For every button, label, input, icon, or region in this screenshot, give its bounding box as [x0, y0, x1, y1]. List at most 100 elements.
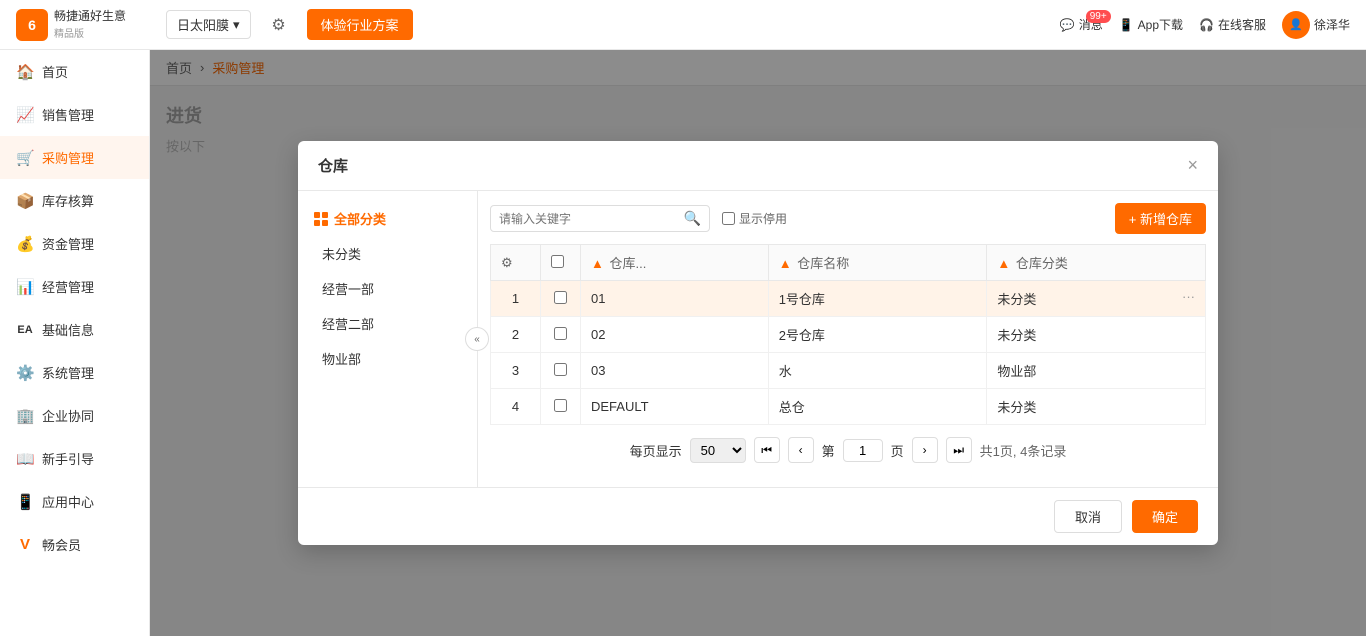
search-box: 🔍	[490, 205, 710, 232]
sidebar-item-purchase[interactable]: 🛒 采购管理	[0, 136, 149, 179]
message-badge: 99+	[1086, 10, 1111, 23]
user-item[interactable]: 👤 徐泽华	[1282, 11, 1350, 39]
cancel-button[interactable]: 取消	[1054, 500, 1122, 533]
sidebar-item-label: 系统管理	[42, 363, 94, 382]
sidebar-item-system[interactable]: ⚙️ 系统管理	[0, 351, 149, 394]
last-page-button[interactable]: ⏭	[946, 437, 972, 463]
logo-sub: 精品版	[54, 25, 126, 40]
next-page-button[interactable]: ›	[912, 437, 938, 463]
col-cat-header: ▲ 仓库分类	[987, 245, 1206, 281]
category-sidebar: 全部分类 未分类 经营一部 经营二部 物业部	[298, 191, 478, 487]
sidebar-item-label: 应用中心	[42, 492, 94, 511]
row-checkbox[interactable]	[541, 281, 581, 317]
operation-icon: 📊	[16, 278, 34, 296]
category-item-2[interactable]: 经营二部	[298, 306, 477, 341]
app-layout: 🏠 首页 📈 销售管理 🛒 采购管理 📦 库存核算 💰 资金管理 📊 经营管理 …	[0, 50, 1366, 636]
modal-header: 仓库 ×	[298, 141, 1218, 191]
purchase-icon: 🛒	[16, 149, 34, 167]
grid-icon	[314, 212, 328, 226]
row-checkbox[interactable]	[541, 389, 581, 425]
sidebar-item-guide[interactable]: 📖 新手引导	[0, 437, 149, 480]
col-check-header	[541, 245, 581, 281]
sidebar-item-home[interactable]: 🏠 首页	[0, 50, 149, 93]
sidebar-item-finance[interactable]: 💰 资金管理	[0, 222, 149, 265]
show-disabled-label[interactable]: 显示停用	[722, 210, 787, 227]
inventory-icon: 📦	[16, 192, 34, 210]
table-row[interactable]: 3 03 水 物业部	[491, 353, 1206, 389]
confirm-button[interactable]: 确定	[1132, 500, 1198, 533]
sales-icon: 📈	[16, 106, 34, 124]
service-item[interactable]: 🎧 在线客服	[1199, 16, 1266, 33]
col-setting-header: ⚙	[491, 245, 541, 281]
show-disabled-checkbox[interactable]	[722, 212, 735, 225]
trial-button[interactable]: 体验行业方案	[307, 9, 413, 40]
app-download-item[interactable]: 📱 App下载	[1119, 16, 1183, 33]
per-page-select[interactable]: 50 10 20 100	[690, 438, 746, 463]
modal-footer: 取消 确定	[298, 487, 1218, 545]
sidebar-item-basic[interactable]: EA 基础信息	[0, 308, 149, 351]
all-categories-item[interactable]: 全部分类	[298, 201, 477, 236]
phone-icon: 📱	[1119, 18, 1134, 32]
sort-icon: ▲	[591, 256, 604, 271]
row-code: 01	[581, 281, 769, 317]
page-unit: 页	[891, 441, 904, 460]
add-warehouse-button[interactable]: + 新增仓库	[1115, 203, 1206, 234]
settings-icon[interactable]: ⚙	[263, 9, 295, 41]
pagination-bar: 每页显示 50 10 20 100 ⏮ ‹ 第 页	[490, 425, 1206, 475]
message-item[interactable]: 💬 消息 99+	[1060, 16, 1103, 33]
sidebar-item-inventory[interactable]: 📦 库存核算	[0, 179, 149, 222]
row-checkbox[interactable]	[541, 353, 581, 389]
total-info: 共1页, 4条记录	[980, 441, 1067, 460]
enterprise-icon: 🏢	[16, 407, 34, 425]
prev-page-button[interactable]: ‹	[788, 437, 814, 463]
modal-close-button[interactable]: ×	[1187, 155, 1198, 176]
row-name: 水	[768, 353, 987, 389]
row-setting: 3	[491, 353, 541, 389]
modal-body: 全部分类 未分类 经营一部 经营二部 物业部	[298, 191, 1218, 487]
sidebar-item-label: 库存核算	[42, 191, 94, 210]
sidebar: 🏠 首页 📈 销售管理 🛒 采购管理 📦 库存核算 💰 资金管理 📊 经营管理 …	[0, 50, 150, 636]
message-icon: 💬	[1060, 18, 1075, 32]
row-setting: 1	[491, 281, 541, 317]
sort-icon-2: ▲	[779, 256, 792, 271]
store-selector[interactable]: 日太阳膜 ▾	[166, 10, 251, 39]
modal-overlay: 仓库 × 全部分类 未分类	[150, 50, 1366, 636]
category-item-1[interactable]: 经营一部	[298, 271, 477, 306]
search-input[interactable]	[499, 212, 684, 226]
collapse-button[interactable]: «	[465, 327, 489, 351]
sidebar-item-label: 首页	[42, 62, 68, 81]
row-name: 2号仓库	[768, 317, 987, 353]
warehouse-modal: 仓库 × 全部分类 未分类	[298, 141, 1218, 545]
modal-title: 仓库	[318, 155, 348, 176]
sidebar-item-sales[interactable]: 📈 销售管理	[0, 93, 149, 136]
header-right: 💬 消息 99+ 📱 App下载 🎧 在线客服 👤 徐泽华	[1060, 11, 1350, 39]
category-item-3[interactable]: 物业部	[298, 341, 477, 376]
guide-icon: 📖	[16, 450, 34, 468]
sidebar-item-enterprise[interactable]: 🏢 企业协同	[0, 394, 149, 437]
username-label: 徐泽华	[1314, 16, 1350, 33]
sidebar-item-operation[interactable]: 📊 经营管理	[0, 265, 149, 308]
sidebar-item-vip[interactable]: V 畅会员	[0, 523, 149, 566]
row-code: DEFAULT	[581, 389, 769, 425]
row-name: 总仓	[768, 389, 987, 425]
sort-icon-3: ▲	[997, 256, 1010, 271]
system-icon: ⚙️	[16, 364, 34, 382]
vip-icon: V	[16, 536, 34, 553]
row-checkbox[interactable]	[541, 317, 581, 353]
page-number-input[interactable]	[843, 439, 883, 462]
first-page-button[interactable]: ⏮	[754, 437, 780, 463]
row-setting: 4	[491, 389, 541, 425]
row-category: 物业部	[987, 353, 1206, 389]
category-item-0[interactable]: 未分类	[298, 236, 477, 271]
sidebar-item-label: 新手引导	[42, 449, 94, 468]
table-row[interactable]: 4 DEFAULT 总仓 未分类	[491, 389, 1206, 425]
row-setting: 2	[491, 317, 541, 353]
warehouse-table: ⚙ ▲ 仓库...	[490, 244, 1206, 425]
all-categories-label: 全部分类	[334, 209, 386, 228]
table-toolbar: 🔍 显示停用 + 新增仓库	[490, 203, 1206, 234]
row-category: 未分类	[987, 389, 1206, 425]
sidebar-item-apps[interactable]: 📱 应用中心	[0, 480, 149, 523]
select-all-checkbox[interactable]	[551, 255, 564, 268]
table-row[interactable]: 2 02 2号仓库 未分类	[491, 317, 1206, 353]
table-row[interactable]: 1 01 1号仓库 未分类···	[491, 281, 1206, 317]
